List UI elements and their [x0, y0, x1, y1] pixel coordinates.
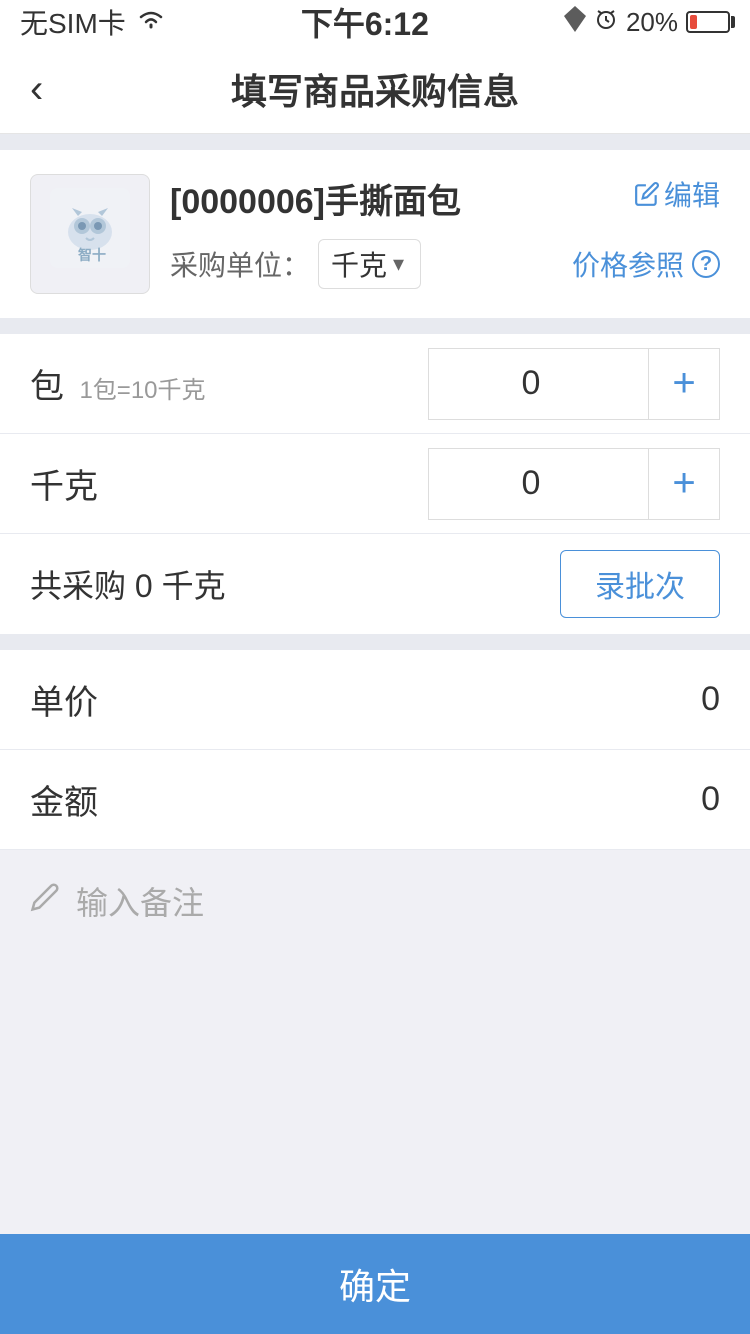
summary-row: 共采购 0 千克 录批次	[0, 534, 750, 634]
mid-divider-2	[0, 634, 750, 650]
nav-bar: ‹ 填写商品采购信息	[0, 44, 750, 134]
product-logo: 智十	[50, 188, 130, 280]
unit-select[interactable]: 千克 ▾	[318, 239, 421, 289]
help-icon: ?	[692, 250, 720, 278]
bag-input[interactable]	[428, 348, 648, 420]
unit-price-row: 单价 0	[0, 650, 750, 750]
battery-percent: 20%	[626, 7, 678, 38]
unit-prefix: 采购单位：	[170, 244, 310, 284]
amount-value: 0	[701, 780, 720, 819]
status-time: 下午6:12	[301, 0, 429, 45]
bag-plus-button[interactable]: +	[648, 348, 720, 420]
unit-label: 采购单位： 千克 ▾	[170, 239, 421, 289]
amount-row: 金额 0	[0, 750, 750, 850]
kg-row: 千克 +	[0, 434, 750, 534]
notes-section[interactable]: 输入备注	[0, 850, 750, 952]
product-image: 智十	[30, 174, 150, 294]
product-info: [0000006]手撕面包 编辑 采购单位： 千克 ▾ 价格参照 ?	[170, 174, 720, 289]
unit-price-value: 0	[701, 680, 720, 719]
back-button[interactable]: ‹	[30, 69, 43, 109]
product-unit-row: 采购单位： 千克 ▾ 价格参照 ?	[170, 239, 720, 289]
product-name-row: [0000006]手撕面包 编辑	[170, 174, 720, 223]
status-left: 无SIM卡	[20, 2, 166, 42]
status-right: 20%	[564, 6, 730, 39]
kg-plus-button[interactable]: +	[648, 448, 720, 520]
unit-value: 千克	[331, 244, 387, 284]
price-ref-label: 价格参照	[572, 244, 684, 284]
unit-price-label: 单价	[30, 675, 98, 724]
bag-input-group: +	[428, 348, 720, 420]
location-icon	[564, 6, 586, 39]
edit-label: 编辑	[664, 174, 720, 214]
product-card: 智十 [0000006]手撕面包 编辑 采购单位： 千克 ▾	[0, 150, 750, 318]
kg-input[interactable]	[428, 448, 648, 520]
summary-text: 共采购 0 千克	[30, 561, 226, 607]
svg-text:智十: 智十	[77, 247, 106, 263]
notes-placeholder: 输入备注	[76, 878, 204, 924]
bag-row: 包 1包=10千克 +	[0, 334, 750, 434]
kg-input-group: +	[428, 448, 720, 520]
carrier-label: 无SIM卡	[20, 2, 126, 42]
confirm-button[interactable]: 确定	[0, 1234, 750, 1334]
mid-divider-1	[0, 318, 750, 334]
record-batch-button[interactable]: 录批次	[560, 550, 720, 618]
bag-sub-label: 1包=10千克	[79, 377, 205, 404]
form-section: 包 1包=10千克 + 千克 + 共采购 0 千克 录批次	[0, 334, 750, 634]
battery-icon	[686, 11, 730, 33]
pencil-icon	[30, 882, 60, 920]
bag-label: 包 1包=10千克	[30, 359, 206, 408]
alarm-icon	[594, 7, 618, 38]
content-area	[0, 952, 750, 1272]
amount-label: 金额	[30, 775, 98, 824]
wifi-icon	[136, 6, 166, 38]
info-section: 单价 0 金额 0	[0, 650, 750, 850]
status-bar: 无SIM卡 下午6:12 20%	[0, 0, 750, 44]
page-title: 填写商品采购信息	[231, 63, 519, 115]
top-divider	[0, 134, 750, 150]
edit-link[interactable]: 编辑	[634, 174, 720, 214]
product-name: [0000006]手撕面包	[170, 174, 461, 223]
chevron-down-icon: ▾	[393, 251, 404, 277]
kg-label: 千克	[30, 459, 150, 508]
price-ref-link[interactable]: 价格参照 ?	[572, 244, 720, 284]
